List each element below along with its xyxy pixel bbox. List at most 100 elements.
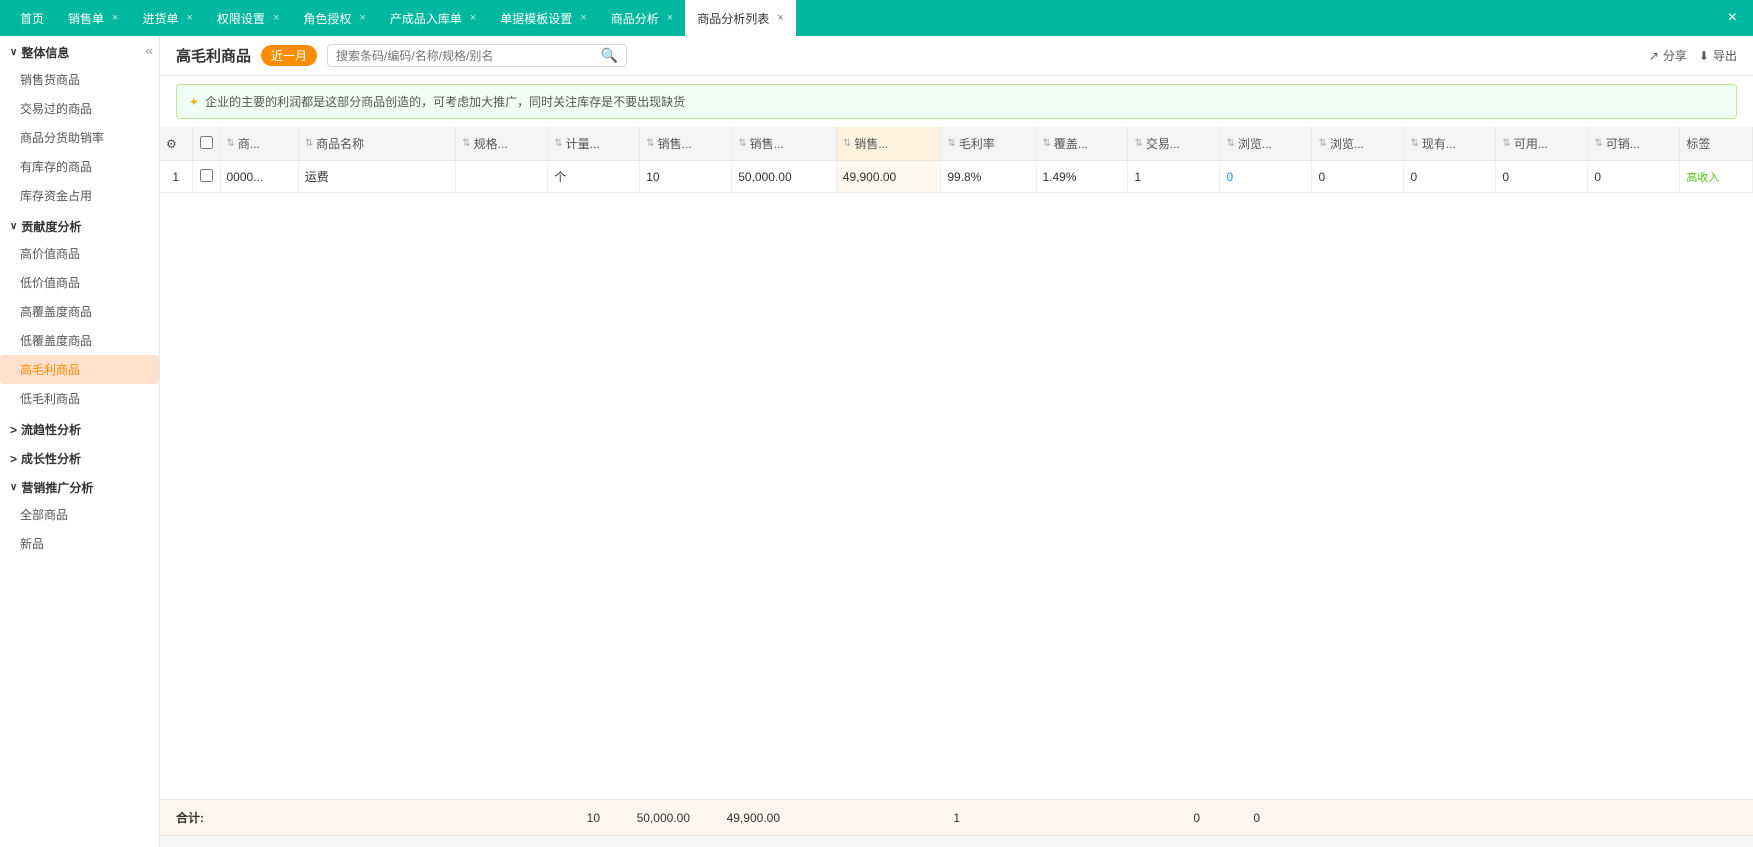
sidebar-collapse-button[interactable]: « — [145, 42, 153, 58]
cell-sales-amount: 50,000.00 — [732, 161, 837, 193]
cell-spec — [456, 161, 548, 193]
nav-sales-order[interactable]: 销售单 × — [56, 0, 130, 36]
cell-transaction: 1 — [1128, 161, 1220, 193]
nav-close-analysis-list[interactable]: × — [777, 12, 783, 24]
sidebar-group-marketing[interactable]: ∨ 营销推广分析 — [0, 471, 159, 500]
arrow-icon-growth: > — [10, 452, 17, 466]
col-code[interactable]: ⇅ 商... — [220, 127, 298, 161]
nav-close-role[interactable]: × — [359, 12, 365, 24]
window-close-button[interactable]: × — [1720, 9, 1745, 27]
cell-checkbox[interactable] — [192, 161, 220, 193]
sort-icon-browse1: ⇅ — [1226, 138, 1234, 149]
table-row: 1 0000... 运费 个 10 50,000.00 49,900.00 99… — [160, 161, 1753, 193]
col-sales-cost[interactable]: ⇅ 销售... — [836, 127, 941, 161]
col-browse2[interactable]: ⇅ 浏览... — [1312, 127, 1404, 161]
col-coverage[interactable]: ⇅ 覆盖... — [1036, 127, 1128, 161]
sidebar-item-new-goods[interactable]: 新品 — [0, 529, 159, 558]
sidebar-item-sales-goods[interactable]: 销售货商品 — [0, 65, 159, 94]
col-sales-qty[interactable]: ⇅ 销售... — [640, 127, 732, 161]
sort-icon-sales-amount: ⇅ — [738, 138, 746, 149]
search-input[interactable] — [336, 49, 601, 63]
sort-icon-name: ⇅ — [305, 138, 313, 149]
sidebar-item-low-margin[interactable]: 低毛利商品 — [0, 384, 159, 413]
search-box: 🔍 — [327, 44, 627, 67]
col-transaction[interactable]: ⇅ 交易... — [1128, 127, 1220, 161]
nav-template-settings[interactable]: 单据模板设置 × — [488, 0, 598, 36]
col-sales-amount[interactable]: ⇅ 销售... — [732, 127, 837, 161]
col-browse1[interactable]: ⇅ 浏览... — [1220, 127, 1312, 161]
nav-purchase-order[interactable]: 进货单 × — [130, 0, 204, 36]
col-name[interactable]: ⇅ 商品名称 — [298, 127, 456, 161]
sidebar-group-growth[interactable]: > 成长性分析 — [0, 442, 159, 471]
sidebar-item-stock-capital[interactable]: 库存资金占用 — [0, 181, 159, 210]
sort-icon-sellable-stock: ⇅ — [1594, 138, 1602, 149]
col-available-stock[interactable]: ⇅ 可用... — [1496, 127, 1588, 161]
nav-close-inbound[interactable]: × — [470, 12, 476, 24]
col-checkbox[interactable] — [192, 127, 220, 161]
cell-browse2: 0 — [1312, 161, 1404, 193]
cell-code: 0000... — [220, 161, 298, 193]
sort-icon-coverage: ⇅ — [1043, 138, 1051, 149]
sidebar-item-low-value[interactable]: 低价值商品 — [0, 268, 159, 297]
col-settings[interactable]: ⚙ — [160, 127, 192, 161]
main-layout: « ∨ 整体信息 销售货商品 交易过的商品 商品分货助销率 有库存的商品 库存资… — [0, 36, 1753, 847]
share-button[interactable]: ↗ 分享 — [1649, 47, 1687, 64]
cell-available-stock: 0 — [1496, 161, 1588, 193]
col-spec[interactable]: ⇅ 规格... — [456, 127, 548, 161]
sort-icon-sales-cost: ⇅ — [843, 138, 851, 149]
nav-product-inbound[interactable]: 产成品入库单 × — [378, 0, 488, 36]
search-icon[interactable]: 🔍 — [601, 47, 618, 64]
footer-transaction: 1 — [906, 811, 966, 825]
col-gross-margin[interactable]: ⇅ 毛利率 — [941, 127, 1036, 161]
cell-current-stock: 0 — [1404, 161, 1496, 193]
sort-icon-code: ⇅ — [227, 138, 235, 149]
sidebar-group-trend[interactable]: > 流趋性分析 — [0, 413, 159, 442]
sidebar-item-high-value[interactable]: 高价值商品 — [0, 239, 159, 268]
nav-role-auth[interactable]: 角色授权 × — [291, 0, 377, 36]
col-current-stock[interactable]: ⇅ 现有... — [1404, 127, 1496, 161]
col-tag[interactable]: 标签 — [1680, 127, 1753, 161]
nav-close-sales[interactable]: × — [112, 12, 118, 24]
cell-browse1[interactable]: 0 — [1220, 161, 1312, 193]
footer-sellable-stock: 0 — [1206, 811, 1266, 825]
cell-tag: 高收入 — [1680, 161, 1753, 193]
sidebar-group-overall[interactable]: ∨ 整体信息 — [0, 36, 159, 65]
nav-permission-settings[interactable]: 权限设置 × — [205, 0, 291, 36]
nav-close-analysis[interactable]: × — [667, 12, 673, 24]
arrow-icon-contribution: ∨ — [10, 221, 17, 232]
content-header: 高毛利商品 近一月 🔍 ↗ 分享 ⬇ 导出 — [160, 36, 1753, 76]
nav-close-template[interactable]: × — [580, 12, 586, 24]
arrow-icon-marketing: ∨ — [10, 482, 17, 493]
nav-close-purchase[interactable]: × — [186, 12, 192, 24]
footer-sales-amount: 50,000.00 — [606, 811, 696, 825]
col-unit[interactable]: ⇅ 计量... — [548, 127, 640, 161]
nav-home[interactable]: 首页 — [8, 0, 56, 36]
data-table: ⚙ ⇅ 商... ⇅ — [160, 127, 1753, 193]
col-sellable-stock[interactable]: ⇅ 可销... — [1588, 127, 1680, 161]
cell-gross-margin: 99.8% — [941, 161, 1036, 193]
sidebar: « ∨ 整体信息 销售货商品 交易过的商品 商品分货助销率 有库存的商品 库存资… — [0, 36, 160, 847]
sidebar-item-high-margin[interactable]: 高毛利商品 — [0, 355, 159, 384]
export-button[interactable]: ⬇ 导出 — [1699, 47, 1737, 64]
sidebar-item-in-stock-goods[interactable]: 有库存的商品 — [0, 152, 159, 181]
nav-analysis-list[interactable]: 商品分析列表 × — [685, 0, 795, 36]
browse1-link[interactable]: 0 — [1226, 170, 1233, 184]
select-all-checkbox[interactable] — [200, 136, 213, 149]
sidebar-item-goods-sales-rate[interactable]: 商品分货助销率 — [0, 123, 159, 152]
sidebar-group-contribution[interactable]: ∨ 贡献度分析 — [0, 210, 159, 239]
horizontal-scrollbar[interactable] — [160, 835, 1753, 847]
row-checkbox[interactable] — [200, 169, 213, 182]
nav-close-permission[interactable]: × — [273, 12, 279, 24]
sidebar-item-traded-goods[interactable]: 交易过的商品 — [0, 94, 159, 123]
cell-sellable-stock: 0 — [1588, 161, 1680, 193]
cell-unit: 个 — [548, 161, 640, 193]
footer-sales-qty: 10 — [546, 811, 606, 825]
filter-recent-month-button[interactable]: 近一月 — [261, 45, 317, 66]
sort-icon-available-stock: ⇅ — [1502, 138, 1510, 149]
sidebar-item-all-goods[interactable]: 全部商品 — [0, 500, 159, 529]
sidebar-item-low-coverage[interactable]: 低覆盖度商品 — [0, 326, 159, 355]
sort-icon-browse2: ⇅ — [1318, 138, 1326, 149]
nav-product-analysis[interactable]: 商品分析 × — [599, 0, 685, 36]
page-title: 高毛利商品 — [176, 45, 251, 66]
sidebar-item-high-coverage[interactable]: 高覆盖度商品 — [0, 297, 159, 326]
